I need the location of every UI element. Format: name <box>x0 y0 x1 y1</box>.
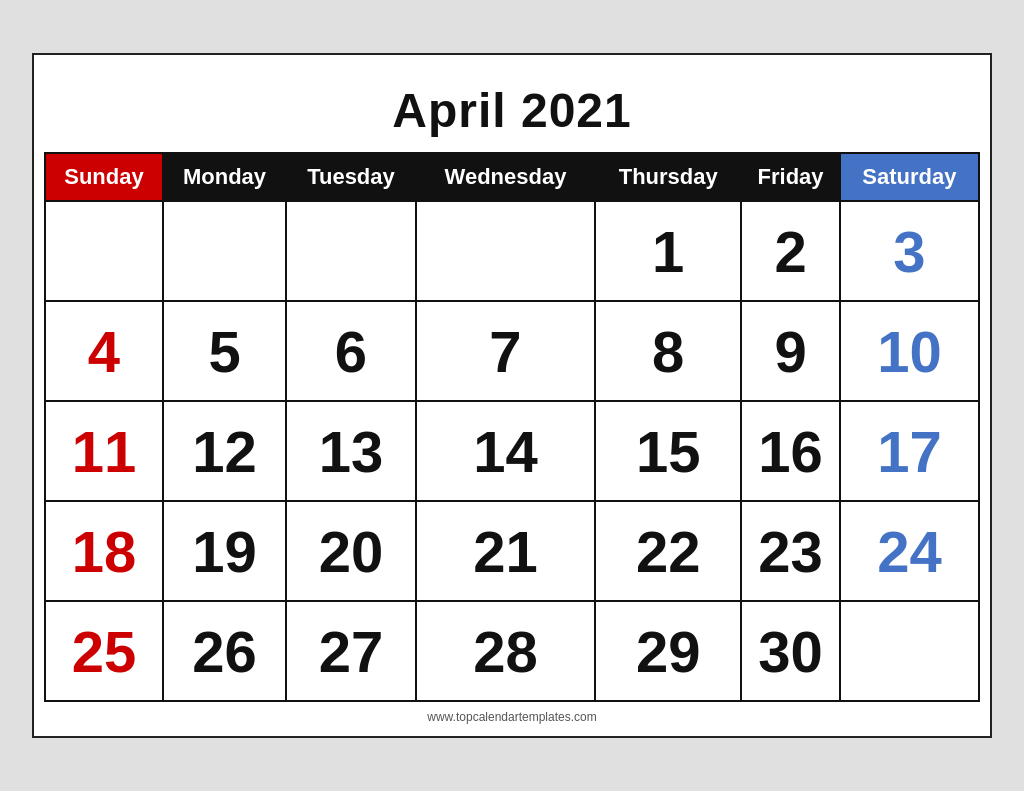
calendar-day: 3 <box>840 201 979 301</box>
header-tuesday: Tuesday <box>286 153 416 201</box>
calendar-day: 11 <box>45 401 163 501</box>
calendar-day <box>286 201 416 301</box>
calendar-day: 7 <box>416 301 595 401</box>
header-monday: Monday <box>163 153 286 201</box>
calendar-day: 30 <box>741 601 839 701</box>
header-wednesday: Wednesday <box>416 153 595 201</box>
calendar-day: 14 <box>416 401 595 501</box>
calendar-day: 9 <box>741 301 839 401</box>
calendar-day: 15 <box>595 401 741 501</box>
header-saturday: Saturday <box>840 153 979 201</box>
calendar-day: 2 <box>741 201 839 301</box>
calendar-day: 26 <box>163 601 286 701</box>
calendar-day: 5 <box>163 301 286 401</box>
header-sunday: Sunday <box>45 153 163 201</box>
calendar-day: 13 <box>286 401 416 501</box>
calendar-day <box>416 201 595 301</box>
calendar-day <box>840 601 979 701</box>
calendar-day: 4 <box>45 301 163 401</box>
calendar-day: 24 <box>840 501 979 601</box>
calendar-day: 1 <box>595 201 741 301</box>
calendar-week-4: 18192021222324 <box>45 501 979 601</box>
calendar-day: 20 <box>286 501 416 601</box>
calendar-day: 19 <box>163 501 286 601</box>
calendar-day <box>163 201 286 301</box>
calendar-day: 16 <box>741 401 839 501</box>
calendar-day: 10 <box>840 301 979 401</box>
calendar-day: 28 <box>416 601 595 701</box>
calendar-day: 23 <box>741 501 839 601</box>
calendar-day: 6 <box>286 301 416 401</box>
header-thursday: Thursday <box>595 153 741 201</box>
header-row: SundayMondayTuesdayWednesdayThursdayFrid… <box>45 153 979 201</box>
calendar-day: 18 <box>45 501 163 601</box>
calendar-week-3: 11121314151617 <box>45 401 979 501</box>
calendar-day: 17 <box>840 401 979 501</box>
calendar-day: 25 <box>45 601 163 701</box>
calendar-day: 29 <box>595 601 741 701</box>
calendar-day: 22 <box>595 501 741 601</box>
calendar-week-5: 252627282930 <box>45 601 979 701</box>
calendar-day <box>45 201 163 301</box>
calendar-table: SundayMondayTuesdayWednesdayThursdayFrid… <box>44 152 980 702</box>
calendar-title: April 2021 <box>44 65 980 152</box>
header-friday: Friday <box>741 153 839 201</box>
calendar-day: 8 <box>595 301 741 401</box>
calendar-day: 12 <box>163 401 286 501</box>
calendar-day: 21 <box>416 501 595 601</box>
calendar-day: 27 <box>286 601 416 701</box>
calendar-container: April 2021 SundayMondayTuesdayWednesdayT… <box>32 53 992 738</box>
calendar-body: 1234567891011121314151617181920212223242… <box>45 201 979 701</box>
calendar-week-1: 123 <box>45 201 979 301</box>
footer-text: www.topcalendartemplates.com <box>44 702 980 726</box>
calendar-week-2: 45678910 <box>45 301 979 401</box>
